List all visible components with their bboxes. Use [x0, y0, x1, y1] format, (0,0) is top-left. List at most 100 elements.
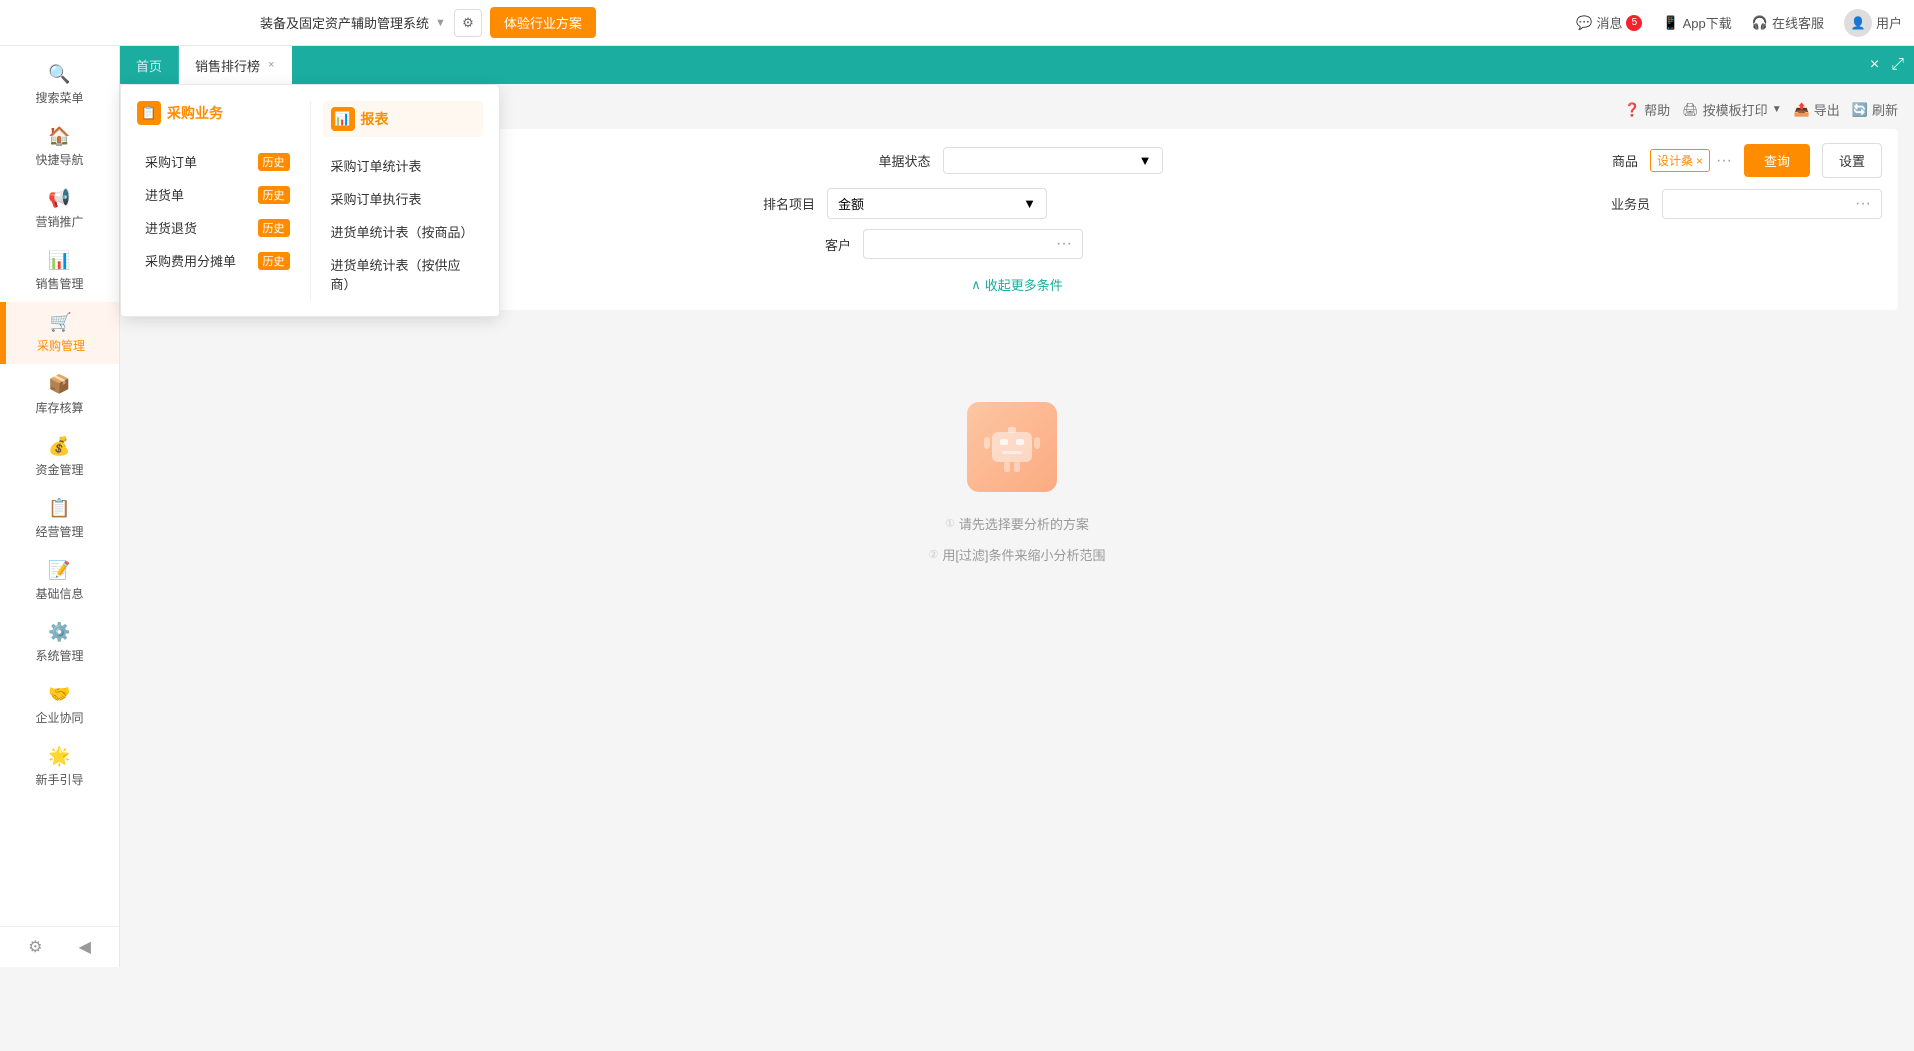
rank-select[interactable]: 金额 ▼	[827, 188, 1047, 219]
rank-value: 金额	[838, 194, 864, 213]
goods-label: 商品	[1578, 151, 1638, 170]
order-stat-label: 采购订单统计表	[331, 156, 422, 175]
tabbar-actions: × ⤢	[1870, 46, 1914, 84]
status-select[interactable]: ▼	[943, 147, 1163, 174]
sidebar-label-operations: 经营管理	[35, 523, 83, 540]
user-menu-button[interactable]: 👤 用户	[1844, 9, 1902, 37]
goods-tag-close-icon[interactable]: ×	[1696, 154, 1703, 168]
purchase-business-title: 采购业务	[167, 103, 223, 123]
menu-item-expense[interactable]: 采购费用分摊单 历史	[137, 244, 298, 277]
export-button[interactable]: 📤 导出	[1794, 100, 1840, 119]
avatar-icon: 👤	[1851, 16, 1866, 30]
sidebar-item-sales[interactable]: 📊 销售管理	[0, 240, 119, 302]
sidebar-item-purchase[interactable]: 🛒 采购管理	[0, 302, 119, 364]
sidebar-label-quick-nav: 快捷导航	[35, 151, 83, 168]
return-goods-label: 进货退货	[145, 218, 197, 237]
print-icon: 🖨	[1682, 102, 1699, 118]
report-title: 报表	[361, 109, 389, 129]
stock-in-label: 进货单	[145, 185, 184, 204]
online-service-button[interactable]: 🎧 在线客服	[1752, 13, 1824, 32]
footer-collapse-icon[interactable]: ◀	[79, 937, 91, 957]
sidebar-label-guide: 新手引导	[35, 771, 83, 788]
tab-home-label: 首页	[136, 56, 162, 75]
headset-icon: 🎧	[1752, 15, 1768, 31]
tab-sales-rank[interactable]: 销售排行榜 ×	[179, 46, 292, 84]
export-icon: 📤	[1794, 102, 1810, 118]
menu-divider	[310, 101, 311, 300]
report-header: 📊 报表	[323, 101, 484, 137]
operations-icon: 📋	[48, 498, 70, 519]
refresh-label: 刷新	[1872, 100, 1898, 119]
sidebar-item-search[interactable]: 🔍 搜索菜单	[0, 54, 119, 116]
sidebar-label-inventory: 库存核算	[35, 399, 83, 416]
menu-item-return-goods[interactable]: 进货退货 历史	[137, 211, 298, 244]
purchase-business-col: 📋 采购业务 采购订单 历史 进货单 历史 进货退货 历史 采购费用分摊单 历史	[137, 101, 298, 300]
purchase-business-icon: 📋	[137, 101, 161, 125]
home-icon: 🏠	[48, 126, 70, 147]
customer-label: 客户	[791, 235, 851, 254]
query-button[interactable]: 查询	[1744, 144, 1810, 177]
rank-label: 排名项目	[755, 194, 815, 213]
help-icon: ❓	[1624, 102, 1640, 118]
sidebar-label-search: 搜索菜单	[35, 89, 83, 106]
menu-item-order-exec[interactable]: 采购订单执行表	[323, 182, 484, 215]
solution-button[interactable]: 体验行业方案	[490, 7, 596, 38]
message-button[interactable]: 💬 消息 5	[1576, 13, 1642, 32]
sidebar-item-quick-nav[interactable]: 🏠 快捷导航	[0, 116, 119, 178]
menu-item-stock-in[interactable]: 进货单 历史	[137, 178, 298, 211]
return-goods-badge: 历史	[258, 219, 290, 237]
tab-expand-icon[interactable]: ⤢	[1891, 56, 1904, 74]
status-arrow-icon: ▼	[1139, 153, 1152, 168]
print-button[interactable]: 🖨 按模板打印 ▼	[1682, 100, 1781, 119]
sidebar: 6 畅捷通好生意 标准版 🔍 搜索菜单 🏠 快捷导航 📢 营销推广 📊 销售管理	[0, 0, 120, 967]
sidebar-item-marketing[interactable]: 📢 营销推广	[0, 178, 119, 240]
phone-icon: 📱	[1662, 15, 1678, 31]
goods-tag[interactable]: 设计桑 ×	[1650, 149, 1710, 172]
rank-arrow-icon: ▼	[1023, 196, 1036, 211]
topbar: 装备及固定资产辅助管理系统 ▼ ⚙ 体验行业方案 💬 消息 5 📱 App下载 …	[0, 0, 1914, 46]
goods-more-icon[interactable]: ···	[1716, 152, 1732, 170]
sidebar-item-guide[interactable]: 🌟 新手引导	[0, 736, 119, 798]
help-label: 帮助	[1644, 100, 1670, 119]
sidebar-label-purchase: 采购管理	[37, 337, 85, 354]
topbar-right: 💬 消息 5 📱 App下载 🎧 在线客服 👤 用户	[1576, 9, 1902, 37]
inventory-icon: 📦	[48, 374, 70, 395]
hint1-text: 请先选择要分析的方案	[959, 514, 1089, 533]
salesman-more-icon[interactable]: ···	[1855, 195, 1871, 213]
tab-close-icon[interactable]: ×	[266, 57, 276, 73]
footer-settings-icon[interactable]: ⚙	[28, 937, 42, 957]
menu-item-order-stat[interactable]: 采购订单统计表	[323, 149, 484, 182]
sidebar-item-basic[interactable]: 📝 基础信息	[0, 550, 119, 612]
menu-item-stock-stat-supplier[interactable]: 进货单统计表（按供应商）	[323, 248, 484, 300]
app-download-button[interactable]: 📱 App下载	[1662, 13, 1731, 32]
tab-home[interactable]: 首页	[120, 46, 179, 84]
refresh-button[interactable]: 🔄 刷新	[1852, 100, 1898, 119]
message-badge: 5	[1626, 15, 1642, 31]
tab-close-window-icon[interactable]: ×	[1870, 56, 1879, 74]
sidebar-item-finance[interactable]: 💰 资金管理	[0, 426, 119, 488]
sidebar-item-system[interactable]: ⚙️ 系统管理	[0, 612, 119, 674]
system-selector[interactable]: 装备及固定资产辅助管理系统 ▼	[252, 9, 454, 36]
expense-label: 采购费用分摊单	[145, 251, 236, 270]
guide-icon: 🌟	[48, 746, 70, 767]
sidebar-item-enterprise[interactable]: 🤝 企业协同	[0, 674, 119, 736]
salesman-select[interactable]: ···	[1662, 189, 1882, 219]
help-button[interactable]: ❓ 帮助	[1624, 100, 1670, 119]
menu-item-purchase-order[interactable]: 采购订单 历史	[137, 145, 298, 178]
sidebar-label-finance: 资金管理	[35, 461, 83, 478]
enterprise-icon: 🤝	[48, 684, 70, 705]
empty-icon-container	[967, 402, 1067, 502]
customer-more-icon[interactable]: ···	[1056, 235, 1072, 253]
sidebar-nav: 🔍 搜索菜单 🏠 快捷导航 📢 营销推广 📊 销售管理 🛒 采购管理 📦 库存核…	[0, 46, 119, 926]
sidebar-item-operations[interactable]: 📋 经营管理	[0, 488, 119, 550]
customer-select[interactable]: ···	[863, 229, 1083, 259]
app-download-label: App下载	[1683, 13, 1732, 32]
settings-button[interactable]: 设置	[1822, 143, 1882, 178]
empty-hint-2: ② 用[过滤]条件来缩小分析范围	[928, 545, 1105, 564]
menu-item-stock-stat-product[interactable]: 进货单统计表（按商品）	[323, 215, 484, 248]
sidebar-label-basic: 基础信息	[35, 585, 83, 602]
sidebar-item-inventory[interactable]: 📦 库存核算	[0, 364, 119, 426]
sidebar-label-marketing: 营销推广	[35, 213, 83, 230]
settings-gear-button[interactable]: ⚙	[454, 9, 482, 37]
goods-tag-label: 设计桑	[1657, 152, 1693, 169]
